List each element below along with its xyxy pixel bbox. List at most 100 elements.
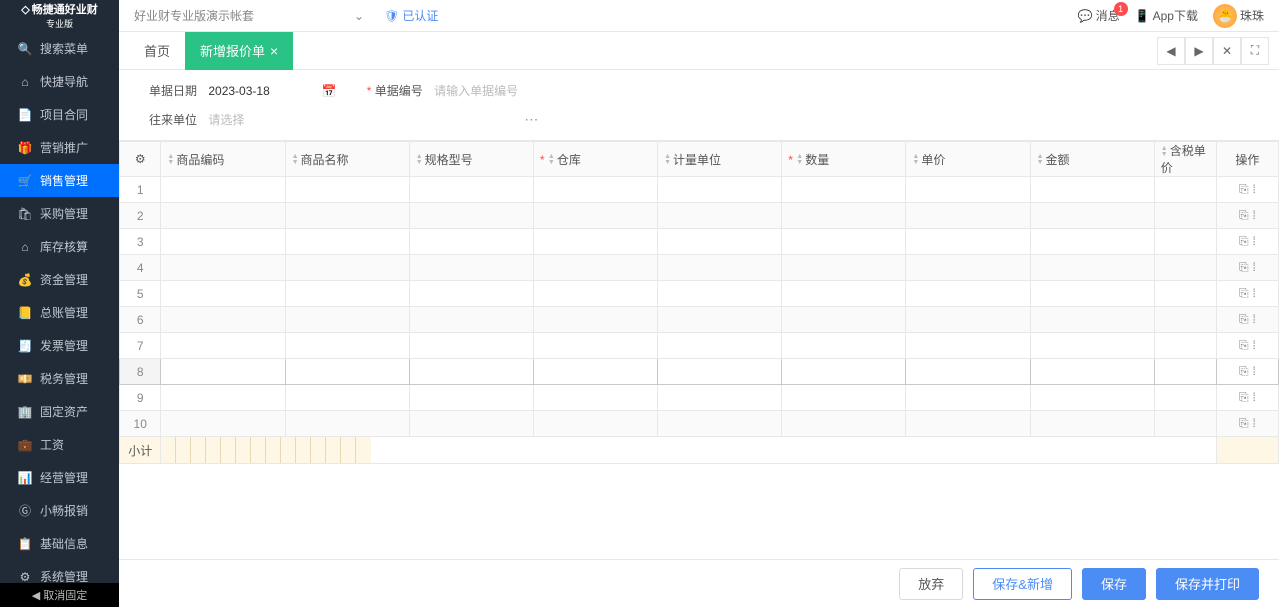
cell[interactable]	[782, 229, 906, 255]
cell[interactable]	[658, 333, 782, 359]
sidebar-item-3[interactable]: 🎁营销推广	[0, 131, 119, 164]
copy-icon[interactable]: ⎘	[1239, 338, 1249, 352]
fullscreen-button[interactable]: ⛶	[1241, 37, 1269, 65]
save-new-button[interactable]: 保存&新增	[973, 568, 1072, 600]
sidebar-item-13[interactable]: 📊经营管理	[0, 461, 119, 494]
sidebar-toggle[interactable]: ◀ 取消固定	[0, 583, 119, 607]
cell[interactable]	[1030, 229, 1154, 255]
cell[interactable]	[658, 281, 782, 307]
tab-new-quote[interactable]: 新增报价单 ×	[185, 32, 293, 70]
col-wh[interactable]: ▲▼仓库	[533, 142, 657, 177]
more-icon[interactable]: ⁞	[1253, 234, 1256, 248]
cell[interactable]	[906, 229, 1030, 255]
col-code[interactable]: ▲▼商品编码	[161, 142, 285, 177]
calendar-icon[interactable]: 📅	[322, 84, 337, 98]
cell[interactable]	[409, 307, 533, 333]
cell[interactable]	[161, 333, 285, 359]
cell[interactable]	[906, 333, 1030, 359]
company-selector[interactable]: 好业财专业版演示帐套 ⌄	[134, 7, 364, 24]
col-amount[interactable]: ▲▼金额	[1030, 142, 1154, 177]
cell[interactable]	[161, 307, 285, 333]
cell[interactable]	[782, 359, 906, 385]
cell[interactable]	[1154, 281, 1216, 307]
cell[interactable]	[1030, 255, 1154, 281]
col-qty[interactable]: ▲▼数量	[782, 142, 906, 177]
more-icon[interactable]: ⁞	[1253, 390, 1256, 404]
sidebar-item-15[interactable]: 📋基础信息	[0, 527, 119, 560]
cell[interactable]	[906, 385, 1030, 411]
cell[interactable]	[533, 203, 657, 229]
more-icon[interactable]: ⁞	[1253, 208, 1256, 222]
sidebar-item-7[interactable]: 💰资金管理	[0, 263, 119, 296]
cell[interactable]	[1030, 307, 1154, 333]
cell[interactable]	[409, 281, 533, 307]
cell[interactable]	[658, 359, 782, 385]
table-row[interactable]: 3⎘⁞	[120, 229, 1279, 255]
table-row[interactable]: 9⎘⁞	[120, 385, 1279, 411]
cell[interactable]	[1030, 333, 1154, 359]
table-row[interactable]: 4⎘⁞	[120, 255, 1279, 281]
cell[interactable]	[285, 333, 409, 359]
cell[interactable]	[161, 229, 285, 255]
col-settings[interactable]: ⚙	[120, 142, 161, 177]
cell[interactable]	[409, 359, 533, 385]
sidebar-item-14[interactable]: Ⓖ小畅报销	[0, 494, 119, 527]
tab-next[interactable]: ▶	[1185, 37, 1213, 65]
cell[interactable]	[1154, 255, 1216, 281]
cell[interactable]	[161, 255, 285, 281]
col-name[interactable]: ▲▼商品名称	[285, 142, 409, 177]
cell[interactable]	[533, 307, 657, 333]
copy-icon[interactable]: ⎘	[1239, 182, 1249, 196]
sidebar-item-12[interactable]: 💼工资	[0, 428, 119, 461]
date-input[interactable]: 2023-03-18 📅	[208, 84, 336, 98]
copy-icon[interactable]: ⎘	[1239, 416, 1249, 430]
cell[interactable]	[161, 203, 285, 229]
cell[interactable]	[533, 229, 657, 255]
cell[interactable]	[782, 411, 906, 437]
cell[interactable]	[409, 229, 533, 255]
cell[interactable]	[409, 255, 533, 281]
sidebar-item-11[interactable]: 🏢固定资产	[0, 395, 119, 428]
sidebar-item-4[interactable]: 🛒销售管理	[0, 164, 119, 197]
app-download-button[interactable]: 📱 App下载	[1135, 7, 1198, 24]
cell[interactable]	[658, 255, 782, 281]
copy-icon[interactable]: ⎘	[1239, 208, 1249, 222]
cell[interactable]	[906, 411, 1030, 437]
cell[interactable]	[285, 203, 409, 229]
save-button[interactable]: 保存	[1082, 568, 1146, 600]
tab-home[interactable]: 首页	[129, 32, 185, 70]
more-icon[interactable]: ⁞	[1253, 364, 1256, 378]
party-input[interactable]: 请选择	[208, 113, 244, 127]
cell[interactable]	[161, 177, 285, 203]
cell[interactable]	[285, 307, 409, 333]
cell[interactable]	[1030, 385, 1154, 411]
table-row[interactable]: 2⎘⁞	[120, 203, 1279, 229]
cell[interactable]	[782, 307, 906, 333]
sidebar-item-9[interactable]: 🧾发票管理	[0, 329, 119, 362]
cell[interactable]	[1154, 177, 1216, 203]
copy-icon[interactable]: ⎘	[1239, 286, 1249, 300]
cell[interactable]	[906, 359, 1030, 385]
cell[interactable]	[409, 177, 533, 203]
tab-close-all[interactable]: ✕	[1213, 37, 1241, 65]
col-price[interactable]: ▲▼单价	[906, 142, 1030, 177]
cell[interactable]	[533, 177, 657, 203]
table-row[interactable]: 5⎘⁞	[120, 281, 1279, 307]
cell[interactable]	[285, 385, 409, 411]
cell[interactable]	[533, 411, 657, 437]
cell[interactable]	[1154, 385, 1216, 411]
cell[interactable]	[906, 281, 1030, 307]
copy-icon[interactable]: ⎘	[1239, 234, 1249, 248]
col-taxprice[interactable]: ▲▼含税单价	[1154, 142, 1216, 177]
cell[interactable]	[782, 333, 906, 359]
copy-icon[interactable]: ⎘	[1239, 364, 1249, 378]
cell[interactable]	[658, 203, 782, 229]
cell[interactable]	[533, 255, 657, 281]
table-row[interactable]: 7⎘⁞	[120, 333, 1279, 359]
cell[interactable]	[782, 255, 906, 281]
cell[interactable]	[658, 307, 782, 333]
cell[interactable]	[658, 385, 782, 411]
cell[interactable]	[658, 411, 782, 437]
cell[interactable]	[161, 359, 285, 385]
cell[interactable]	[409, 333, 533, 359]
